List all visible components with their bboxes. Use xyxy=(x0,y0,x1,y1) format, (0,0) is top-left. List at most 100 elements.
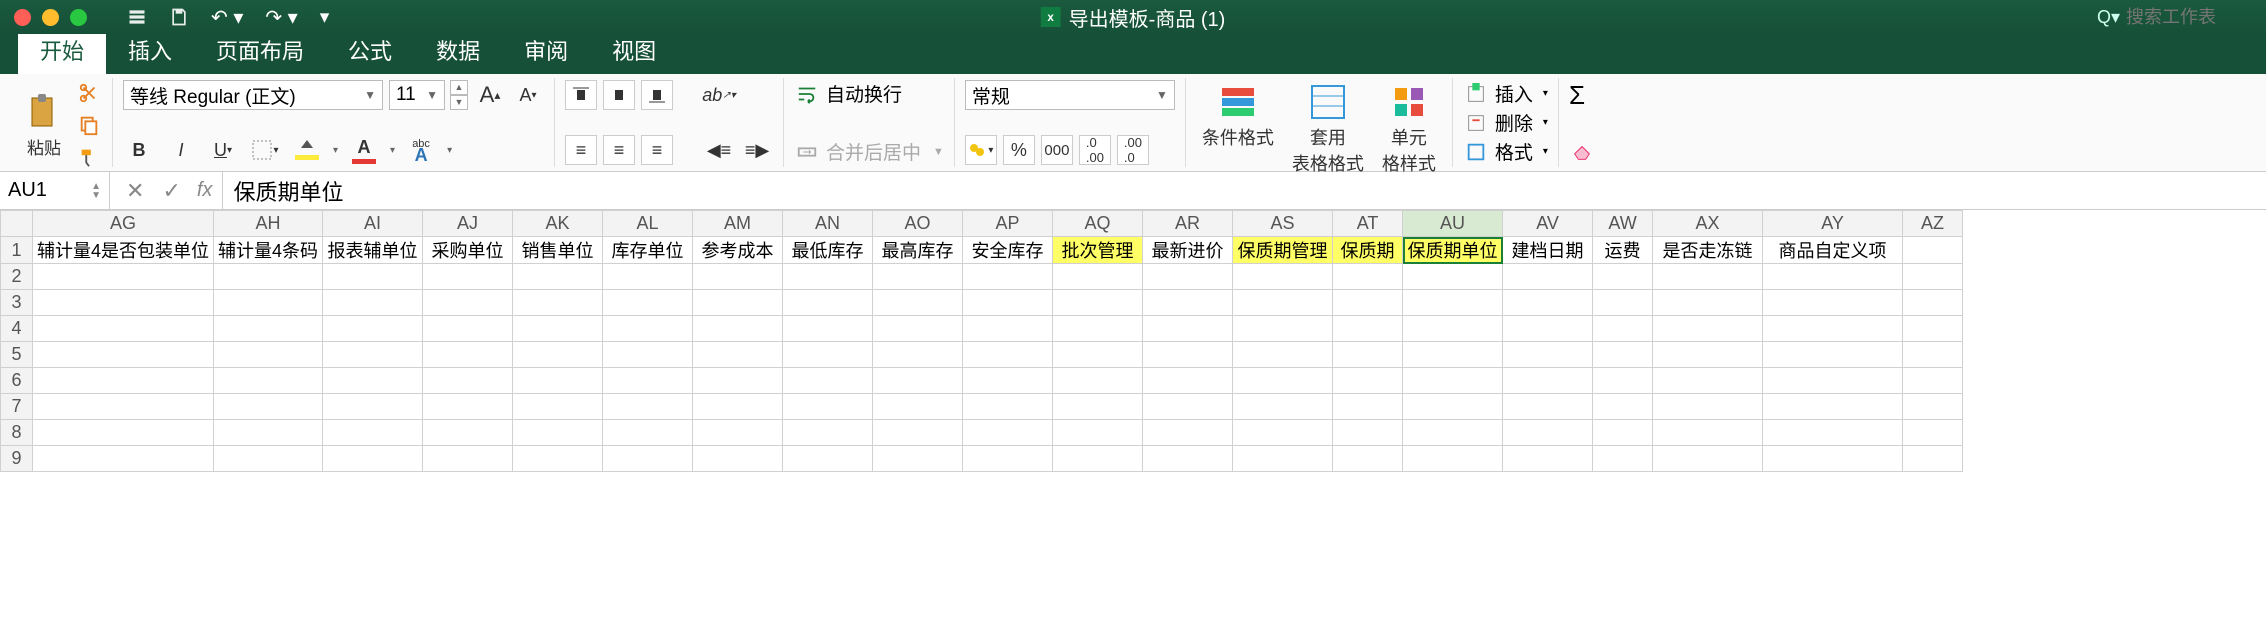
cell-AJ8[interactable] xyxy=(423,420,513,446)
cell-AY7[interactable] xyxy=(1763,394,1903,420)
cell-AZ4[interactable] xyxy=(1903,316,1963,342)
font-name-combo[interactable]: 等线 Regular (正文)▼ xyxy=(123,80,383,110)
cell-AV5[interactable] xyxy=(1503,342,1593,368)
cell-AQ3[interactable] xyxy=(1053,290,1143,316)
cell-AL6[interactable] xyxy=(603,368,693,394)
cell-AO8[interactable] xyxy=(873,420,963,446)
cell-AR6[interactable] xyxy=(1143,368,1233,394)
cell-AQ2[interactable] xyxy=(1053,264,1143,290)
cell-AJ9[interactable] xyxy=(423,446,513,472)
comma-icon[interactable]: 000 xyxy=(1041,135,1073,165)
cell-AL7[interactable] xyxy=(603,394,693,420)
wrap-icon[interactable] xyxy=(794,81,820,107)
redo-icon[interactable]: ↷ ▾ xyxy=(265,5,297,30)
cell-AR8[interactable] xyxy=(1143,420,1233,446)
cell-AX1[interactable]: 是否走冻链 xyxy=(1653,237,1763,264)
cell-AV3[interactable] xyxy=(1503,290,1593,316)
cell-AR4[interactable] xyxy=(1143,316,1233,342)
cell-AZ9[interactable] xyxy=(1903,446,1963,472)
select-all-corner[interactable] xyxy=(1,211,33,237)
cell-AM9[interactable] xyxy=(693,446,783,472)
cell-AG7[interactable] xyxy=(33,394,214,420)
format-label[interactable]: 格式 xyxy=(1495,138,1533,165)
cell-AK3[interactable] xyxy=(513,290,603,316)
col-header-AR[interactable]: AR xyxy=(1143,211,1233,237)
cell-AN5[interactable] xyxy=(783,342,873,368)
cell-AL3[interactable] xyxy=(603,290,693,316)
cell-AS1[interactable]: 保质期管理 xyxy=(1233,237,1333,264)
cell-AI5[interactable] xyxy=(323,342,423,368)
cell-AI9[interactable] xyxy=(323,446,423,472)
cell-AS6[interactable] xyxy=(1233,368,1333,394)
col-header-AM[interactable]: AM xyxy=(693,211,783,237)
decrease-decimal-icon[interactable]: .00.0 xyxy=(1117,135,1149,165)
cell-AN7[interactable] xyxy=(783,394,873,420)
cell-AG8[interactable] xyxy=(33,420,214,446)
cell-AU7[interactable] xyxy=(1403,394,1503,420)
cell-AP6[interactable] xyxy=(963,368,1053,394)
cell-AW5[interactable] xyxy=(1593,342,1653,368)
cell-AP5[interactable] xyxy=(963,342,1053,368)
col-header-AY[interactable]: AY xyxy=(1763,211,1903,237)
close-icon[interactable] xyxy=(14,9,31,26)
cell-AM8[interactable] xyxy=(693,420,783,446)
cell-AQ4[interactable] xyxy=(1053,316,1143,342)
cell-AZ1[interactable] xyxy=(1903,237,1963,264)
col-header-AS[interactable]: AS xyxy=(1233,211,1333,237)
cell-AT6[interactable] xyxy=(1333,368,1403,394)
align-top-icon[interactable] xyxy=(565,80,597,110)
cell-AV7[interactable] xyxy=(1503,394,1593,420)
cell-AK4[interactable] xyxy=(513,316,603,342)
cell-AW6[interactable] xyxy=(1593,368,1653,394)
col-header-AU[interactable]: AU xyxy=(1403,211,1503,237)
cut-icon[interactable] xyxy=(76,80,102,106)
cell-AS5[interactable] xyxy=(1233,342,1333,368)
cell-AO1[interactable]: 最高库存 xyxy=(873,237,963,264)
cell-AX8[interactable] xyxy=(1653,420,1763,446)
cell-AW9[interactable] xyxy=(1593,446,1653,472)
cell-AW8[interactable] xyxy=(1593,420,1653,446)
cell-AK1[interactable]: 销售单位 xyxy=(513,237,603,264)
cell-AU5[interactable] xyxy=(1403,342,1503,368)
cell-AZ2[interactable] xyxy=(1903,264,1963,290)
cell-AP4[interactable] xyxy=(963,316,1053,342)
cell-AK8[interactable] xyxy=(513,420,603,446)
spreadsheet-grid[interactable]: AGAHAIAJAKALAMANAOAPAQARASATAUAVAWAXAYAZ… xyxy=(0,210,2266,472)
cell-AV6[interactable] xyxy=(1503,368,1593,394)
decrease-font-icon[interactable]: A▾ xyxy=(512,80,544,110)
cell-AL9[interactable] xyxy=(603,446,693,472)
cell-AT7[interactable] xyxy=(1333,394,1403,420)
cell-AL4[interactable] xyxy=(603,316,693,342)
cell-AQ7[interactable] xyxy=(1053,394,1143,420)
cell-AN6[interactable] xyxy=(783,368,873,394)
align-center-icon[interactable]: ≡ xyxy=(603,135,635,165)
cell-AX9[interactable] xyxy=(1653,446,1763,472)
cell-AQ8[interactable] xyxy=(1053,420,1143,446)
underline-button[interactable]: U▾ xyxy=(207,135,239,165)
cell-AS9[interactable] xyxy=(1233,446,1333,472)
cell-AT9[interactable] xyxy=(1333,446,1403,472)
cell-AG5[interactable] xyxy=(33,342,214,368)
cell-AR7[interactable] xyxy=(1143,394,1233,420)
cell-AX3[interactable] xyxy=(1653,290,1763,316)
cell-AH1[interactable]: 辅计量4条码 xyxy=(214,237,323,264)
cell-AO4[interactable] xyxy=(873,316,963,342)
cell-AJ3[interactable] xyxy=(423,290,513,316)
cell-AY6[interactable] xyxy=(1763,368,1903,394)
cell-AQ1[interactable]: 批次管理 xyxy=(1053,237,1143,264)
fx-icon[interactable]: fx xyxy=(197,179,223,202)
cell-AI8[interactable] xyxy=(323,420,423,446)
cell-AU1[interactable]: 保质期单位 xyxy=(1403,237,1503,264)
col-header-AN[interactable]: AN xyxy=(783,211,873,237)
cell-AX4[interactable] xyxy=(1653,316,1763,342)
number-format-combo[interactable]: 常规▼ xyxy=(965,80,1175,110)
cell-AQ5[interactable] xyxy=(1053,342,1143,368)
cell-AY3[interactable] xyxy=(1763,290,1903,316)
cancel-formula-icon[interactable]: ✕ xyxy=(126,178,144,204)
cell-AT2[interactable] xyxy=(1333,264,1403,290)
cell-AM1[interactable]: 参考成本 xyxy=(693,237,783,264)
cell-AV8[interactable] xyxy=(1503,420,1593,446)
col-header-AP[interactable]: AP xyxy=(963,211,1053,237)
copy-icon[interactable] xyxy=(76,112,102,138)
cell-AZ3[interactable] xyxy=(1903,290,1963,316)
